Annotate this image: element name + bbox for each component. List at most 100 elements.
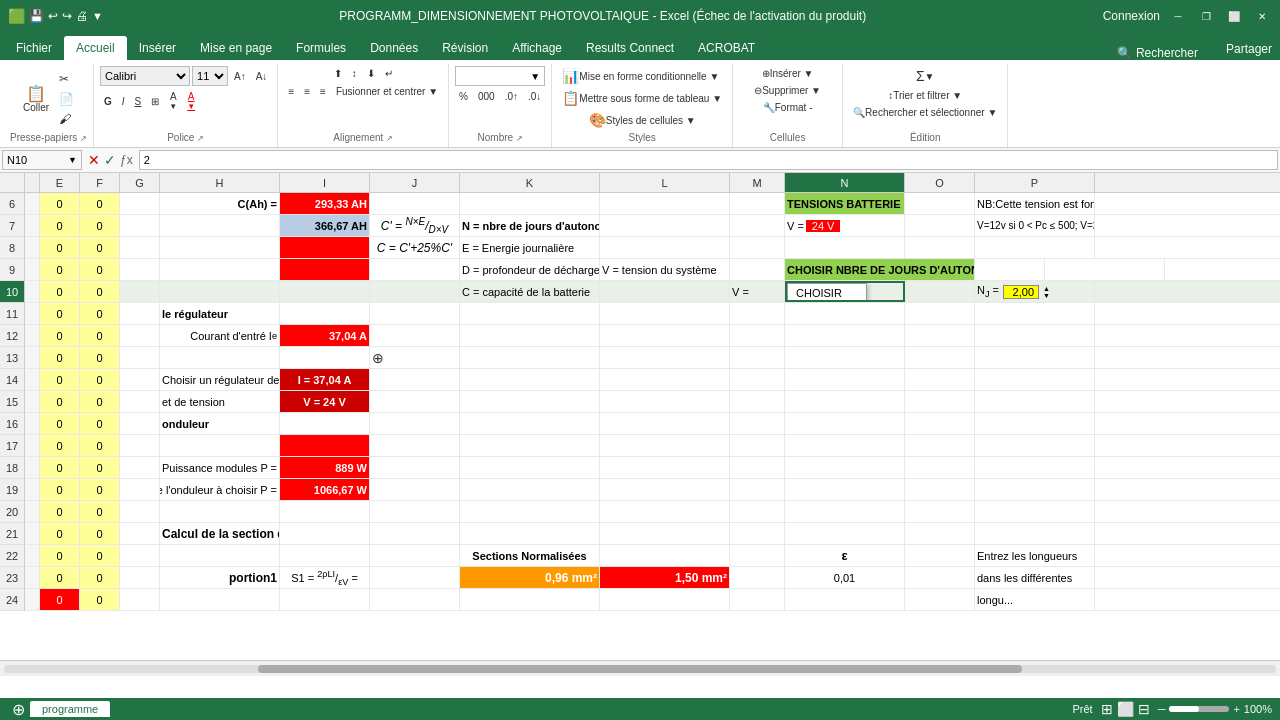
cell-7-E[interactable]: 0	[40, 215, 80, 236]
cell-10-E[interactable]: 0	[40, 281, 80, 302]
cell-18-L[interactable]	[600, 457, 730, 478]
col-header-G[interactable]: G	[120, 173, 160, 192]
cell-6-G[interactable]	[120, 193, 160, 214]
zoom-control[interactable]: ─ + 100%	[1158, 703, 1272, 715]
cell-7-O[interactable]	[905, 215, 975, 236]
cell-21-O[interactable]	[905, 523, 975, 544]
cell-24-I[interactable]	[280, 589, 370, 610]
row-num-10[interactable]: 10	[0, 281, 25, 303]
cell-10-K[interactable]: C = capacité de la batterie	[460, 281, 600, 302]
cell-23-O[interactable]	[905, 567, 975, 588]
cell-6-N[interactable]: TENSIONS BATTERIE	[785, 193, 905, 214]
decrease-font-button[interactable]: A↓	[252, 69, 272, 84]
add-sheet-button[interactable]: ⊕	[8, 699, 28, 719]
tab-inserer[interactable]: Insérer	[127, 36, 188, 60]
cell-21-I[interactable]	[280, 523, 370, 544]
cell-9-E[interactable]: 0	[40, 259, 80, 280]
cell-dropdown[interactable]: CHOISIR SUR LA LISTE	[787, 283, 867, 302]
cancel-formula-icon[interactable]: ✕	[88, 152, 100, 168]
col-header-O[interactable]: O	[905, 173, 975, 192]
cell-18-G[interactable]	[120, 457, 160, 478]
cell-15-O[interactable]	[905, 391, 975, 412]
cell-13-E[interactable]: 0	[40, 347, 80, 368]
styles-cellules-button[interactable]: 🎨 Styles de cellules ▼	[585, 110, 700, 130]
cell-20-E[interactable]: 0	[40, 501, 80, 522]
cell-23-F[interactable]: 0	[80, 567, 120, 588]
cell-13-P[interactable]	[975, 347, 1095, 368]
row-num-6[interactable]: 6	[0, 193, 25, 215]
sheet-tab-programme[interactable]: programme	[30, 701, 110, 717]
cell-23-L[interactable]: 1,50 mm²	[600, 567, 730, 588]
font-color-button[interactable]: A▼	[183, 89, 199, 113]
cell-17-J[interactable]	[370, 435, 460, 456]
cell-13-F[interactable]: 0	[80, 347, 120, 368]
align-right-button[interactable]: ≡	[316, 84, 330, 99]
cell-21-K[interactable]	[460, 523, 600, 544]
cell-17-F[interactable]: 0	[80, 435, 120, 456]
cell-14-E[interactable]: 0	[40, 369, 80, 390]
cell-20-K[interactable]	[460, 501, 600, 522]
inserer-button[interactable]: ⊕ Insérer ▼	[758, 66, 818, 81]
cell-13-L[interactable]	[600, 347, 730, 368]
italic-button[interactable]: I	[118, 94, 129, 109]
cell-16-L[interactable]	[600, 413, 730, 434]
cell-18-K[interactable]	[460, 457, 600, 478]
cell-24-E[interactable]: 0	[40, 589, 80, 610]
row-num-13[interactable]: 13	[0, 347, 25, 369]
col-header-J[interactable]: J	[370, 173, 460, 192]
cell-23-N[interactable]: 0,01	[785, 567, 905, 588]
cell-19-G[interactable]	[120, 479, 160, 500]
cell-19-H[interactable]: Puissance de l'onduleur à choisir P =	[160, 479, 280, 500]
cell-20-H[interactable]	[160, 501, 280, 522]
cell-18-J[interactable]	[370, 457, 460, 478]
cell-24-H[interactable]	[160, 589, 280, 610]
font-name-select[interactable]: Calibri	[100, 66, 190, 86]
cell-20-P[interactable]	[975, 501, 1095, 522]
cell-22-I[interactable]	[280, 545, 370, 566]
cell-20-N[interactable]	[785, 501, 905, 522]
cell-15-K[interactable]	[460, 391, 600, 412]
close-button[interactable]: ✕	[1252, 6, 1272, 26]
cell-7-K[interactable]: N = nbre de jours d'autonomie	[460, 215, 600, 236]
cell-24-L[interactable]	[600, 589, 730, 610]
bold-button[interactable]: G	[100, 94, 116, 109]
row-num-15[interactable]: 15	[0, 391, 25, 413]
cell-6-L[interactable]	[600, 193, 730, 214]
col-header-N[interactable]: N	[785, 173, 905, 192]
cell-8-O[interactable]	[905, 237, 975, 258]
cell-14-G[interactable]	[120, 369, 160, 390]
cell-12-O[interactable]	[905, 325, 975, 346]
cell-22-K[interactable]: Sections Normalisées	[460, 545, 600, 566]
cell-7-P[interactable]: V=12v si 0 < Pc ≤ 500; V=2	[975, 215, 1095, 236]
cell-24-P[interactable]: longu...	[975, 589, 1095, 610]
cell-10-J[interactable]	[370, 281, 460, 302]
cell-16-O[interactable]	[905, 413, 975, 434]
cell-6-M[interactable]	[730, 193, 785, 214]
cell-16-K[interactable]	[460, 413, 600, 434]
cell-22-M[interactable]	[730, 545, 785, 566]
cell-23-G[interactable]	[120, 567, 160, 588]
cell-15-L[interactable]	[600, 391, 730, 412]
supprimer-button[interactable]: ⊖ Supprimer ▼	[750, 83, 825, 98]
cell-10-N[interactable]: CHOISIR SUR LA LISTE	[785, 281, 905, 302]
row-num-7[interactable]: 7	[0, 215, 25, 237]
insert-function-icon[interactable]: ƒx	[120, 153, 133, 167]
cell-12-J[interactable]	[370, 325, 460, 346]
cell-15-G[interactable]	[120, 391, 160, 412]
cell-23-P[interactable]: dans les différentes	[975, 567, 1095, 588]
cell-17-N[interactable]	[785, 435, 905, 456]
col-header-F[interactable]: F	[80, 173, 120, 192]
cell-16-G[interactable]	[120, 413, 160, 434]
cell-12-M[interactable]	[730, 325, 785, 346]
cell-8-N[interactable]	[785, 237, 905, 258]
cell-16-J[interactable]	[370, 413, 460, 434]
cell-dropdown-arrow[interactable]: ▼	[68, 155, 77, 165]
cell-19-I[interactable]: 1066,67 W	[280, 479, 370, 500]
cell-15-I[interactable]: V = 24 V	[280, 391, 370, 412]
thousands-button[interactable]: 000	[474, 89, 499, 104]
cell-11-P[interactable]	[975, 303, 1095, 324]
cell-21-G[interactable]	[120, 523, 160, 544]
cell-8-P[interactable]	[975, 237, 1095, 258]
cell-20-I[interactable]	[280, 501, 370, 522]
copier-button[interactable]: 📄	[55, 90, 78, 108]
